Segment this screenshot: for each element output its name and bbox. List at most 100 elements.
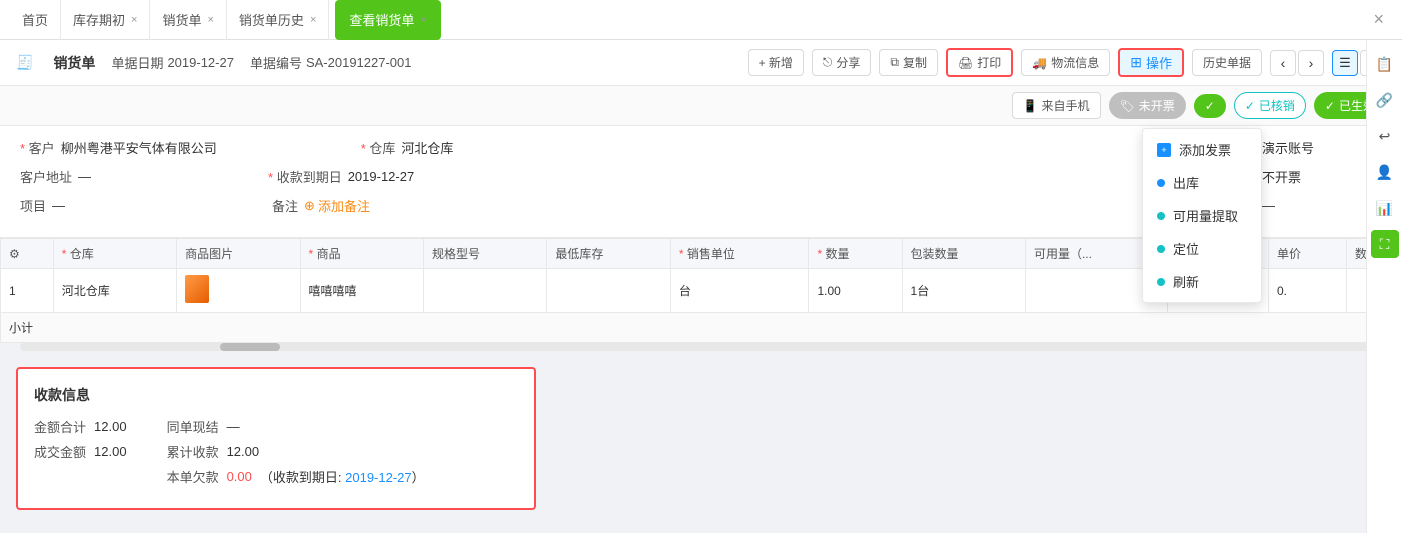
cumulative-item: 累计收款 12.00 <box>167 442 260 461</box>
project-value: — <box>52 198 172 213</box>
row-image <box>177 269 300 313</box>
close-inventory-init[interactable]: × <box>131 14 137 26</box>
payment-info-row-3: 成交金额 12.00 本单欠款 0.00 （收款到期日: 2019-12-27） <box>34 467 518 486</box>
payment-info-title: 收款信息 <box>34 385 518 405</box>
payment-date-field: 收款到期日 2019-12-27 <box>268 167 468 186</box>
cumulative-label: 累计收款 <box>167 442 219 461</box>
total-amount-label: 金额合计 <box>34 417 86 436</box>
col-product: 商品 <box>300 239 423 269</box>
tab-inventory-init[interactable]: 库存期初 × <box>61 0 150 40</box>
available-qty-icon <box>1157 212 1165 220</box>
plus-icon: ⊕ <box>304 198 315 214</box>
phone-icon: 📱 <box>1023 99 1038 113</box>
customer-value: 柳州粤港平安气体有限公司 <box>61 138 261 157</box>
row-min-stock <box>547 269 670 313</box>
from-phone-button[interactable]: 📱 来自手机 <box>1012 92 1101 119</box>
prev-button[interactable]: ‹ <box>1270 50 1296 76</box>
remark-field: 备注 ⊕ 添加备注 <box>272 196 370 215</box>
logistics-button[interactable]: 🚚 物流信息 <box>1021 49 1110 76</box>
not-opened-button[interactable]: 🏷 未开票 <box>1109 92 1186 119</box>
remark-label: 备注 <box>272 196 298 215</box>
arrears-item: 本单欠款 0.00 （收款到期日: 2019-12-27） <box>167 467 425 486</box>
row-pkg-qty: 1台 <box>902 269 1025 313</box>
close-view-sales[interactable]: × <box>420 14 426 26</box>
sidebar-return-icon[interactable]: ↩ <box>1371 122 1399 150</box>
tab-home[interactable]: 首页 <box>10 0 61 40</box>
project-field: 项目 — <box>20 196 172 215</box>
right-sidebar: 📋 🔗 ↩ 👤 📊 ⛶ <box>1366 40 1402 533</box>
transaction-amount-item: 成交金额 12.00 <box>34 442 127 461</box>
payment-info-row-2: 成交金额 12.00 累计收款 12.00 <box>34 442 518 461</box>
next-button[interactable]: › <box>1298 50 1324 76</box>
warehouse-value: 河北仓库 <box>401 138 521 157</box>
out-warehouse-item[interactable]: 出库 <box>1143 166 1261 199</box>
address-value: — <box>78 169 198 184</box>
project-label: 项目 <box>20 196 46 215</box>
operation-button[interactable]: ⊞ 操作 <box>1118 48 1184 77</box>
doc-icon: 🧾 <box>16 54 33 71</box>
invoice-icon: + <box>1157 143 1171 157</box>
col-sales-unit: 销售单位 <box>670 239 809 269</box>
col-image: 商品图片 <box>177 239 300 269</box>
sidebar-doc-icon[interactable]: 📋 <box>1371 50 1399 78</box>
product-thumbnail <box>185 275 209 303</box>
window-close-button[interactable]: × <box>1365 9 1392 30</box>
transaction-amount-label: 成交金额 <box>34 442 86 461</box>
row-num: 1 <box>1 269 54 313</box>
tab-bar: 首页 库存期初 × 销货单 × 销货单历史 × 查看销货单 × × <box>0 0 1402 40</box>
refresh-icon <box>1157 278 1165 286</box>
total-amount-value: 12.00 <box>94 419 127 434</box>
warehouse-field: 仓库 河北仓库 <box>361 138 522 157</box>
row-spec <box>423 269 546 313</box>
tab-sales-history[interactable]: 销货单历史 × <box>227 0 329 40</box>
row-sales-unit: 台 <box>670 269 809 313</box>
available-qty-item[interactable]: 可用量提取 <box>1143 199 1261 232</box>
sidebar-link-icon[interactable]: 🔗 <box>1371 86 1399 114</box>
add-invoice-item[interactable]: + 添加发票 <box>1143 133 1261 166</box>
copy-button[interactable]: ⧉ 复制 <box>879 49 938 76</box>
total-amount-item: 金额合计 12.00 <box>34 417 127 436</box>
share-button[interactable]: ⎋ 分享 <box>812 49 872 76</box>
locate-item[interactable]: 定位 <box>1143 232 1261 265</box>
out-warehouse-icon <box>1157 179 1165 187</box>
check-circle-icon: ✓ <box>1245 99 1255 113</box>
tab-view-sales[interactable]: 查看销货单 × <box>335 0 440 40</box>
history-button[interactable]: 历史单据 <box>1192 49 1262 76</box>
col-settings[interactable]: ⚙ <box>1 239 54 269</box>
operation-dropdown: + 添加发票 出库 可用量提取 定位 刷新 <box>1142 128 1262 303</box>
sidebar-chart-icon[interactable]: 📊 <box>1371 194 1399 222</box>
toolbar-row: 📱 来自手机 🏷 未开票 ✓ ✓ 已核销 ✓ 已生效 <box>0 86 1402 126</box>
salesperson-value: 演示账号 <box>1262 138 1382 157</box>
close-sales-order[interactable]: × <box>207 14 213 26</box>
same-order-value: — <box>227 419 240 434</box>
payment-date-value: 2019-12-27 <box>348 169 468 184</box>
doc-actions: + 新增 ⎋ 分享 ⧉ 复制 🖨 打印 🚚 物流信息 ⊞ 操作 历 <box>748 48 1386 77</box>
print-button[interactable]: 🖨 打印 <box>946 48 1013 77</box>
col-pkg-qty: 包装数量 <box>902 239 1025 269</box>
tab-sales-order[interactable]: 销货单 × <box>150 0 226 40</box>
sidebar-user-icon[interactable]: 👤 <box>1371 158 1399 186</box>
same-order-label: 同单现结 <box>167 417 219 436</box>
sales-agent-value: — <box>1262 198 1382 213</box>
add-remark-button[interactable]: ⊕ 添加备注 <box>304 196 370 215</box>
truck-icon: 🚚 <box>1032 56 1047 70</box>
arrears-label: 本单欠款 <box>167 467 219 486</box>
share-icon: ⎋ <box>823 55 833 70</box>
document-header: 🧾 销货单 单据日期 2019-12-27 单据编号 SA-20191227-0… <box>0 40 1402 86</box>
copy-icon: ⧉ <box>890 55 899 70</box>
refresh-item[interactable]: 刷新 <box>1143 265 1261 298</box>
address-field: 客户地址 — <box>20 167 198 186</box>
row-price: 0. <box>1269 269 1347 313</box>
list-view-button[interactable]: ☰ <box>1332 50 1358 76</box>
close-sales-history[interactable]: × <box>310 14 316 26</box>
col-qty: 数量 <box>809 239 902 269</box>
payment-info-row-1: 金额合计 12.00 同单现结 — <box>34 417 518 436</box>
arrears-note: （收款到期日: 2019-12-27） <box>260 467 425 486</box>
confirm-button[interactable]: ✓ <box>1194 94 1226 118</box>
doc-meta: 单据日期 2019-12-27 单据编号 SA-20191227-001 <box>111 53 411 72</box>
cancelled-status-button[interactable]: ✓ 已核销 <box>1234 92 1306 119</box>
cumulative-value: 12.00 <box>227 444 260 459</box>
add-button[interactable]: + 新增 <box>748 49 804 76</box>
sidebar-expand-icon[interactable]: ⛶ <box>1371 230 1399 258</box>
customer-label: 客户 <box>20 138 55 157</box>
